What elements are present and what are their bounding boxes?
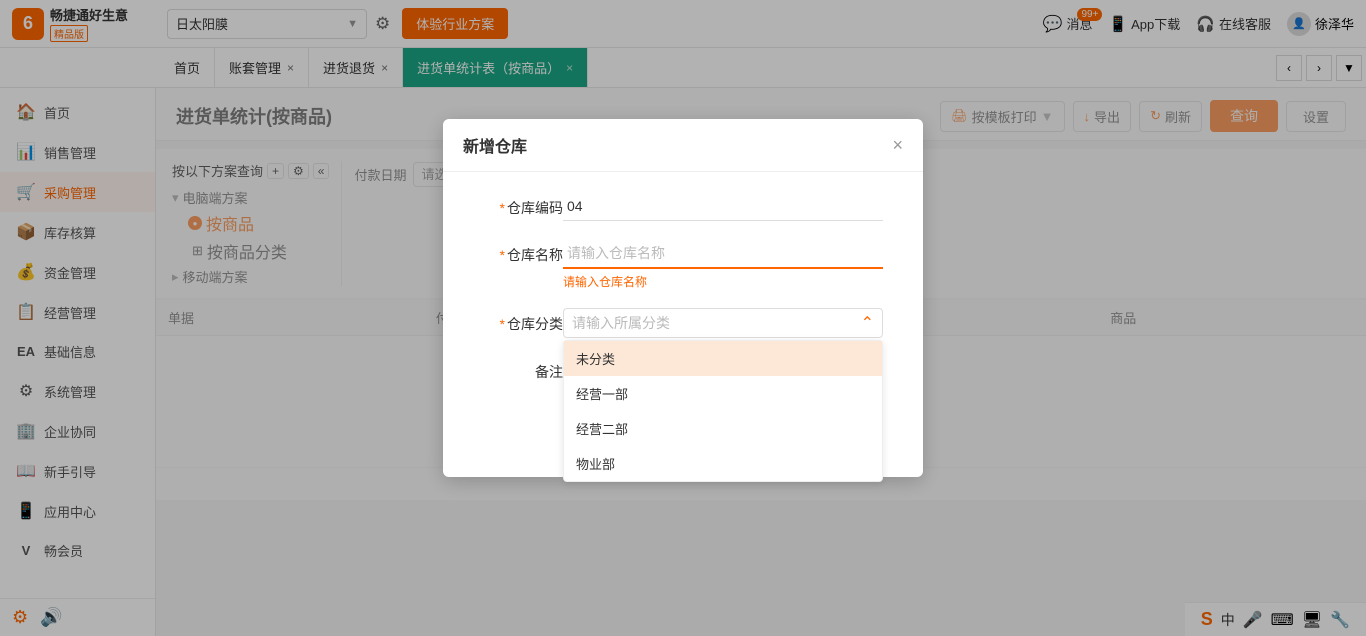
modal-body: *仓库编码 *仓库名称 请输入仓库名称 *仓库分类 — [443, 172, 923, 413]
dropdown-option-1[interactable]: 经营一部 — [564, 376, 882, 411]
warehouse-name-input[interactable] — [563, 239, 883, 269]
dropdown-option-2[interactable]: 经营二部 — [564, 411, 882, 446]
code-wrap — [563, 192, 883, 221]
modal-title: 新增仓库 — [463, 133, 527, 157]
warehouse-code-input[interactable] — [563, 192, 883, 221]
category-label: *仓库分类 — [483, 308, 563, 334]
name-wrap: 请输入仓库名称 — [563, 239, 883, 290]
name-error-tip: 请输入仓库名称 — [563, 273, 883, 290]
category-dropdown-arrow[interactable]: ⌃ — [861, 313, 874, 333]
modal-header: 新增仓库 × — [443, 119, 923, 172]
category-input[interactable] — [572, 315, 861, 331]
category-wrap: ⌃ 未分类 经营一部 经营二部 物业部 — [563, 308, 883, 338]
form-row-code: *仓库编码 — [483, 192, 883, 221]
modal-overlay: 新增仓库 × *仓库编码 *仓库名称 请输入仓库名称 — [0, 0, 1366, 636]
modal-close-button[interactable]: × — [892, 135, 903, 156]
dropdown-option-0[interactable]: 未分类 — [564, 341, 882, 376]
dropdown-option-3[interactable]: 物业部 — [564, 446, 882, 481]
code-label: *仓库编码 — [483, 192, 563, 218]
add-warehouse-modal: 新增仓库 × *仓库编码 *仓库名称 请输入仓库名称 — [443, 119, 923, 477]
category-input-row: ⌃ — [563, 308, 883, 338]
remark-label: 备注 — [483, 356, 563, 382]
name-label: *仓库名称 — [483, 239, 563, 265]
category-dropdown-list: 未分类 经营一部 经营二部 物业部 — [563, 340, 883, 482]
form-row-name: *仓库名称 请输入仓库名称 — [483, 239, 883, 290]
form-row-category: *仓库分类 ⌃ 未分类 经营一部 经营二部 物业部 — [483, 308, 883, 338]
